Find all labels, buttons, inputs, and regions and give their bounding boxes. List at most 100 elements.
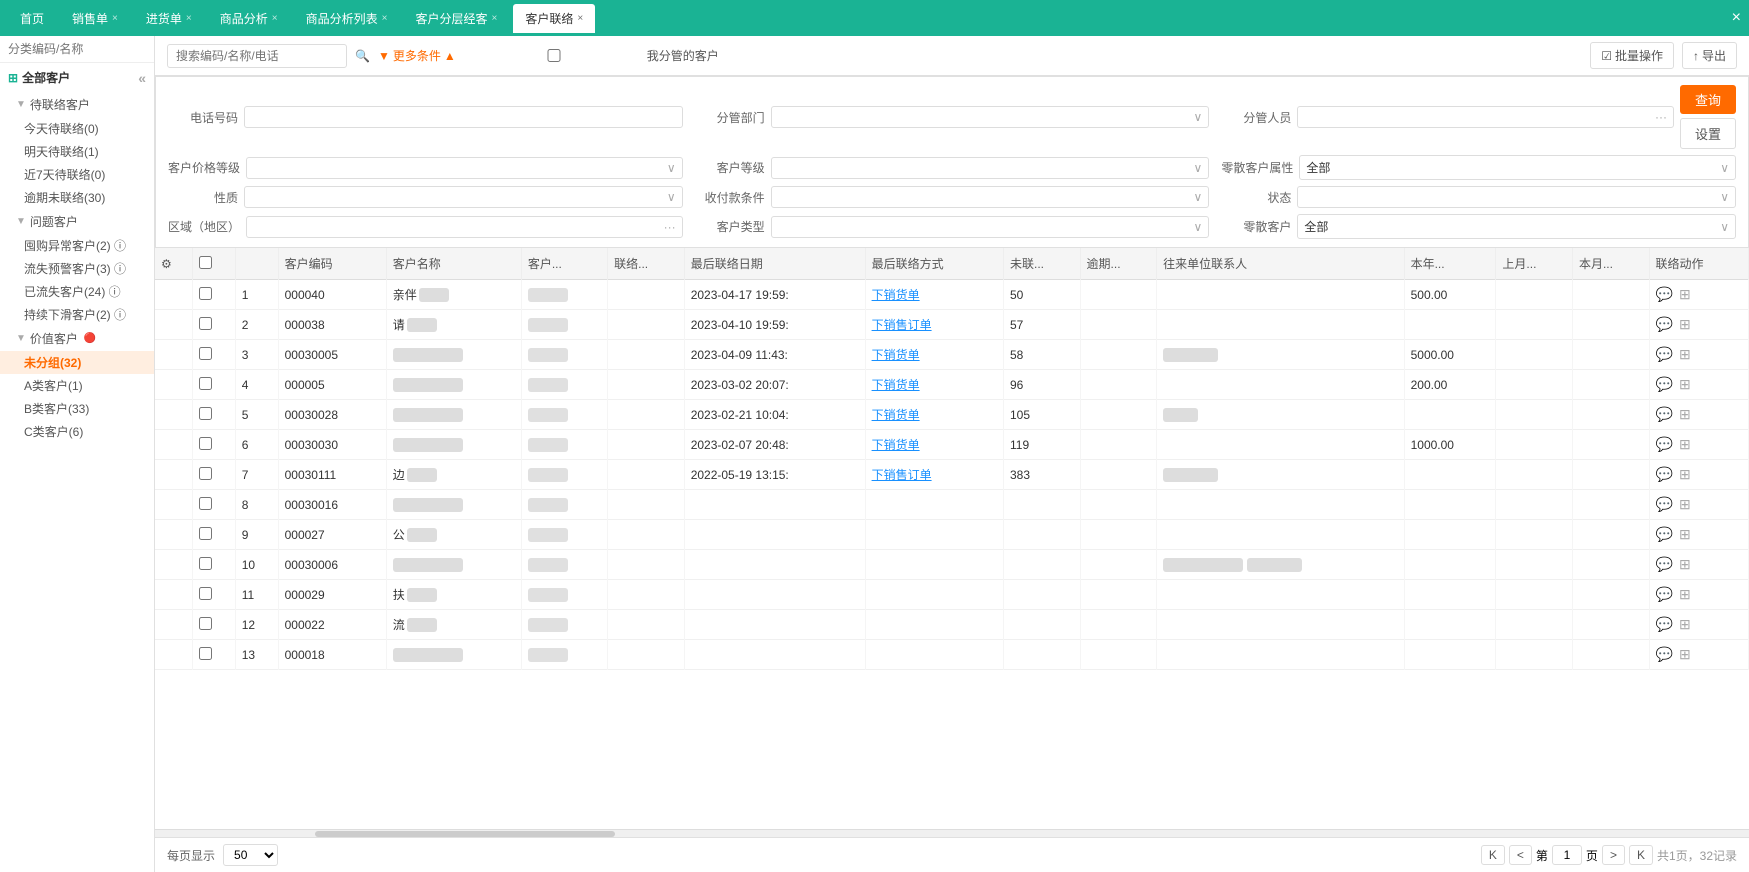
message-icon[interactable]: 💬 bbox=[1656, 316, 1673, 333]
sidebar-item-tomorrow[interactable]: 明天待联络(1) bbox=[0, 140, 154, 163]
manager-select[interactable]: ··· bbox=[1297, 106, 1674, 128]
contact-method-link[interactable]: 下销货单 bbox=[872, 438, 920, 452]
grid-action-icon[interactable]: ⊞ bbox=[1679, 556, 1691, 573]
th-last-method[interactable]: 最后联络方式 bbox=[865, 248, 1003, 280]
sidebar-item-b-class[interactable]: B类客户(33) bbox=[0, 397, 154, 420]
td-checkbox[interactable] bbox=[193, 580, 235, 610]
tab-customer-contact[interactable]: 客户联络 × bbox=[513, 4, 595, 33]
td-checkbox[interactable] bbox=[193, 520, 235, 550]
row-checkbox[interactable] bbox=[199, 557, 212, 570]
message-icon[interactable]: 💬 bbox=[1656, 646, 1673, 663]
search-icon[interactable]: 🔍 bbox=[355, 49, 370, 63]
th-gear[interactable]: ⚙ bbox=[155, 248, 193, 280]
grid-action-icon[interactable]: ⊞ bbox=[1679, 406, 1691, 423]
th-contact-person[interactable]: 往来单位联系人 bbox=[1157, 248, 1405, 280]
search-button[interactable]: 查询 bbox=[1680, 85, 1736, 114]
grid-action-icon[interactable]: ⊞ bbox=[1679, 346, 1691, 363]
th-no-contact[interactable]: 未联... bbox=[1004, 248, 1081, 280]
reset-button[interactable]: 设置 bbox=[1680, 118, 1736, 149]
sidebar-item-today[interactable]: 今天待联络(0) bbox=[0, 117, 154, 140]
td-checkbox[interactable] bbox=[193, 640, 235, 670]
th-this-year[interactable]: 本年... bbox=[1404, 248, 1496, 280]
sidebar-item-week[interactable]: 近7天待联络(0) bbox=[0, 163, 154, 186]
price-level-select[interactable]: ∨ bbox=[246, 157, 683, 179]
th-name[interactable]: 客户名称 bbox=[386, 248, 521, 280]
region-select[interactable]: ··· bbox=[246, 216, 683, 238]
contact-method-link[interactable]: 下销货单 bbox=[872, 288, 920, 302]
row-checkbox[interactable] bbox=[199, 437, 212, 450]
grid-action-icon[interactable]: ⊞ bbox=[1679, 526, 1691, 543]
dept-select[interactable]: ∨ bbox=[771, 106, 1210, 128]
tab-customer-tier[interactable]: 客户分层经客 × bbox=[403, 4, 509, 33]
scroll-thumb[interactable] bbox=[315, 831, 615, 837]
row-checkbox[interactable] bbox=[199, 287, 212, 300]
message-icon[interactable]: 💬 bbox=[1656, 376, 1673, 393]
export-button[interactable]: ↑ 导出 bbox=[1682, 42, 1737, 69]
th-overdue[interactable]: 逾期... bbox=[1080, 248, 1157, 280]
close-tab-product-list[interactable]: × bbox=[382, 13, 388, 24]
customer-level-select[interactable]: ∨ bbox=[771, 157, 1210, 179]
prev-page-button[interactable]: < bbox=[1509, 845, 1532, 865]
sidebar-item-lost[interactable]: 已流失客户(24) ⓘ bbox=[0, 280, 154, 303]
contact-method-link[interactable]: 下销货单 bbox=[872, 348, 920, 362]
th-this-month[interactable]: 本月... bbox=[1572, 248, 1649, 280]
td-checkbox[interactable] bbox=[193, 430, 235, 460]
sidebar-search-input[interactable] bbox=[8, 42, 155, 56]
message-icon[interactable]: 💬 bbox=[1656, 346, 1673, 363]
td-checkbox[interactable] bbox=[193, 490, 235, 520]
page-number-input[interactable] bbox=[1552, 845, 1582, 865]
close-tab-customer-tier[interactable]: × bbox=[491, 13, 497, 24]
td-checkbox[interactable] bbox=[193, 460, 235, 490]
more-conditions-btn[interactable]: ▼ 更多条件 ▲ bbox=[378, 47, 456, 64]
grid-action-icon[interactable]: ⊞ bbox=[1679, 376, 1691, 393]
contact-method-link[interactable]: 下销货单 bbox=[872, 378, 920, 392]
sidebar-item-ungroup[interactable]: 未分组(32) bbox=[0, 351, 154, 374]
message-icon[interactable]: 💬 bbox=[1656, 466, 1673, 483]
phone-input[interactable] bbox=[244, 106, 683, 128]
message-icon[interactable]: 💬 bbox=[1656, 556, 1673, 573]
contact-method-link[interactable]: 下销售订单 bbox=[872, 468, 932, 482]
td-checkbox[interactable] bbox=[193, 280, 235, 310]
tab-sales[interactable]: 销售单 × bbox=[60, 4, 130, 33]
grid-action-icon[interactable]: ⊞ bbox=[1679, 586, 1691, 603]
search-input[interactable] bbox=[167, 44, 347, 68]
close-tab-purchase[interactable]: × bbox=[186, 13, 192, 24]
select-all-checkbox[interactable] bbox=[199, 256, 212, 269]
scatter-attr-select[interactable]: 全部∨ bbox=[1299, 155, 1736, 180]
row-checkbox[interactable] bbox=[199, 527, 212, 540]
status-select[interactable]: ∨ bbox=[1297, 186, 1736, 208]
collapse-icon[interactable]: « bbox=[138, 70, 146, 86]
close-tab-product-analysis[interactable]: × bbox=[272, 13, 278, 24]
grid-action-icon[interactable]: ⊞ bbox=[1679, 316, 1691, 333]
grid-action-icon[interactable]: ⊞ bbox=[1679, 646, 1691, 663]
th-last-date[interactable]: 最后联络日期 bbox=[684, 248, 865, 280]
sidebar-item-warning[interactable]: 流失预警客户(3) ⓘ bbox=[0, 257, 154, 280]
row-checkbox[interactable] bbox=[199, 497, 212, 510]
last-page-button[interactable]: K bbox=[1629, 845, 1653, 865]
td-checkbox[interactable] bbox=[193, 400, 235, 430]
message-icon[interactable]: 💬 bbox=[1656, 436, 1673, 453]
problem-customers-group[interactable]: ▼ 问题客户 bbox=[0, 209, 154, 234]
tab-product-analysis[interactable]: 商品分析 × bbox=[208, 4, 290, 33]
grid-action-icon[interactable]: ⊞ bbox=[1679, 496, 1691, 513]
th-last-month[interactable]: 上月... bbox=[1496, 248, 1573, 280]
pending-contact-group[interactable]: ▼ 待联络客户 bbox=[0, 92, 154, 117]
my-customers-checkbox[interactable]: 我分管的客户 bbox=[464, 47, 719, 64]
scatter-select[interactable]: 全部∨ bbox=[1297, 214, 1736, 239]
horizontal-scroll-bar[interactable] bbox=[155, 829, 1749, 837]
sidebar-item-c-class[interactable]: C类客户(6) bbox=[0, 420, 154, 443]
grid-action-icon[interactable]: ⊞ bbox=[1679, 616, 1691, 633]
first-page-button[interactable]: K bbox=[1481, 845, 1505, 865]
close-tab-sales[interactable]: × bbox=[112, 13, 118, 24]
nature-select[interactable]: ∨ bbox=[244, 186, 683, 208]
next-page-button[interactable]: > bbox=[1602, 845, 1625, 865]
message-icon[interactable]: 💬 bbox=[1656, 286, 1673, 303]
my-customers-check[interactable] bbox=[464, 49, 644, 62]
th-contact[interactable]: 联络... bbox=[608, 248, 685, 280]
row-checkbox[interactable] bbox=[199, 317, 212, 330]
th-code[interactable]: 客户编码 bbox=[278, 248, 386, 280]
row-checkbox[interactable] bbox=[199, 587, 212, 600]
row-checkbox[interactable] bbox=[199, 347, 212, 360]
per-page-select[interactable]: 50 100 200 bbox=[223, 844, 278, 866]
td-checkbox[interactable] bbox=[193, 310, 235, 340]
